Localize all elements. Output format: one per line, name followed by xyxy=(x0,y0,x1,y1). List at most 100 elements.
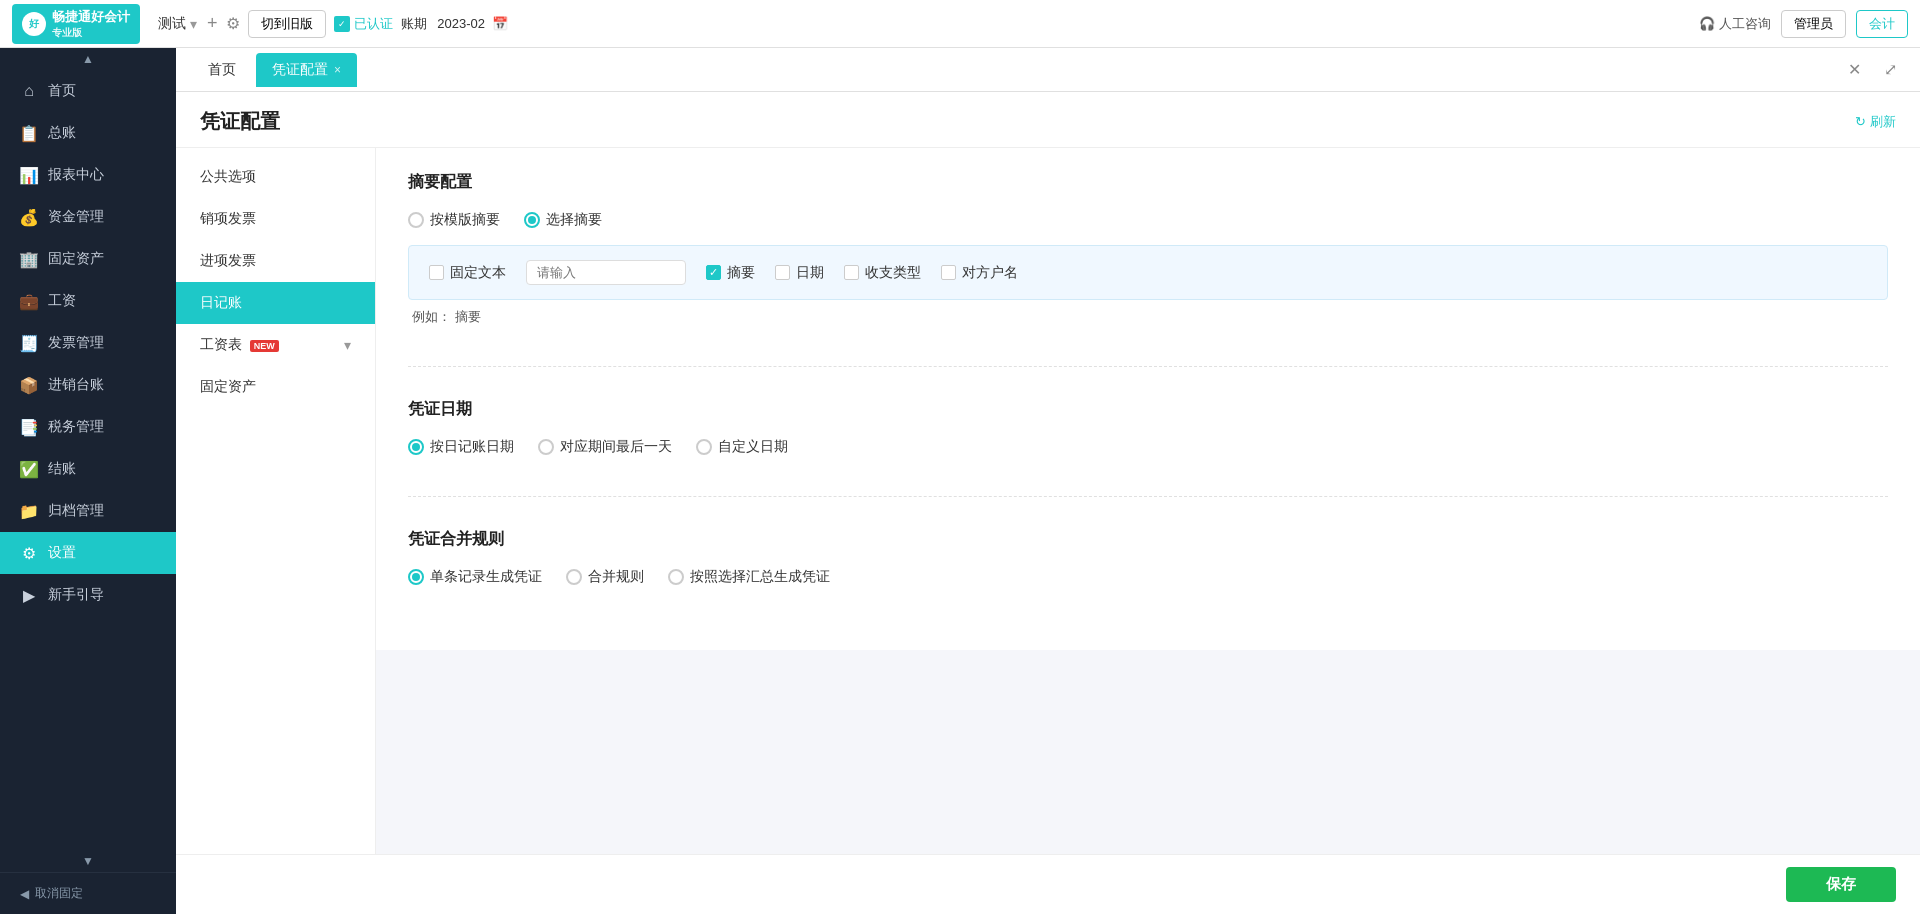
fixed-text-input[interactable] xyxy=(526,260,686,285)
sidebar-scroll-up[interactable]: ▲ xyxy=(0,48,176,70)
date-section: 凭证日期 按日记账日期 对应期间最后一天 xyxy=(408,399,1888,456)
radio-template-summary[interactable]: 按模版摘要 xyxy=(408,211,500,229)
checkbox-fixed-text[interactable]: 固定文本 xyxy=(429,264,506,282)
radio-select-summary[interactable]: 选择摘要 xyxy=(524,211,602,229)
sidebar-scroll: ⌂ 首页 📋 总账 📊 报表中心 💰 资金管理 🏢 固定资产 💼 工资 xyxy=(0,70,176,850)
checkout-icon: ✅ xyxy=(20,460,38,478)
sidebar-item-invoices[interactable]: 🧾 发票管理 xyxy=(0,322,176,364)
switch-old-button[interactable]: 切到旧版 xyxy=(248,10,326,38)
project-name[interactable]: 测试 ▾ xyxy=(158,15,197,33)
radio-select-summary-gen[interactable]: 按照选择汇总生成凭证 xyxy=(668,568,830,586)
sidebar-scroll-down[interactable]: ▼ xyxy=(0,850,176,872)
refresh-icon: ↻ xyxy=(1855,114,1866,129)
sidebar-item-tax[interactable]: 📑 税务管理 xyxy=(0,406,176,448)
checkbox-summary[interactable]: 摘要 xyxy=(706,264,755,282)
radio-by-journal-date[interactable]: 按日记账日期 xyxy=(408,438,514,456)
cancel-fixed-button[interactable]: ◀ 取消固定 xyxy=(0,872,176,914)
headset-icon: 🎧 xyxy=(1699,16,1715,31)
summary-options-row: 固定文本 摘要 日期 xyxy=(408,245,1888,300)
gear-icon[interactable]: ⚙ xyxy=(226,14,240,33)
sidebar-item-payroll[interactable]: 💼 工资 xyxy=(0,280,176,322)
checkbox-summary-box xyxy=(706,265,721,280)
settings-icon: ⚙ xyxy=(20,544,38,562)
checkbox-fixed-text-box xyxy=(429,265,444,280)
left-nav: 公共选项 销项发票 进项发票 日记账 工资表 NEW xyxy=(176,148,376,854)
tab-home[interactable]: 首页 xyxy=(192,53,252,87)
funds-icon: 💰 xyxy=(20,208,38,226)
sidebar-item-salesledger[interactable]: 📦 进销台账 xyxy=(0,364,176,406)
date-section-title: 凭证日期 xyxy=(408,399,1888,420)
sidebar-item-checkout[interactable]: ✅ 结账 xyxy=(0,448,176,490)
page-title: 凭证配置 xyxy=(200,108,280,135)
tab-bar-right: ✕ ⤢ xyxy=(1840,56,1904,84)
checkbox-income-type-box xyxy=(844,265,859,280)
left-nav-sales-invoice[interactable]: 销项发票 xyxy=(176,198,375,240)
left-nav-payroll-table[interactable]: 工资表 NEW ▾ xyxy=(176,324,375,366)
left-nav-fixed-assets[interactable]: 固定资产 xyxy=(176,366,375,408)
reports-icon: 📊 xyxy=(20,166,38,184)
consult-button[interactable]: 🎧 人工咨询 xyxy=(1699,15,1771,33)
tab-voucher-config[interactable]: 凭证配置 × xyxy=(256,53,357,87)
period-info: 账期 2023-02 📅 xyxy=(401,15,509,33)
checkbox-date-box xyxy=(775,265,790,280)
certified-badge: ✓ 已认证 xyxy=(334,15,393,33)
radio-template-circle xyxy=(408,212,424,228)
sidebar-item-assets[interactable]: 🏢 固定资产 xyxy=(0,238,176,280)
summary-section: 摘要配置 按模版摘要 选择摘要 xyxy=(408,172,1888,326)
tab-close-icon[interactable]: × xyxy=(334,63,341,77)
checkbox-counterpart[interactable]: 对方户名 xyxy=(941,264,1018,282)
left-nav-public[interactable]: 公共选项 xyxy=(176,156,375,198)
company-name: 畅捷通好会计 xyxy=(52,8,130,26)
merge-section: 凭证合并规则 单条记录生成凭证 合并规则 xyxy=(408,529,1888,586)
summary-section-title: 摘要配置 xyxy=(408,172,1888,193)
radio-merge-rule[interactable]: 合并规则 xyxy=(566,568,644,586)
sidebar-item-reports[interactable]: 📊 报表中心 xyxy=(0,154,176,196)
tab-bar: 首页 凭证配置 × ✕ ⤢ xyxy=(176,48,1920,92)
sidebar: ▲ ⌂ 首页 📋 总账 📊 报表中心 💰 资金管理 🏢 固定资产 xyxy=(0,48,176,914)
sidebar-item-ledger[interactable]: 📋 总账 xyxy=(0,112,176,154)
close-window-icon[interactable]: ✕ xyxy=(1840,56,1868,84)
company-logo: 好 畅捷通好会计 专业版 xyxy=(12,4,140,44)
merge-section-title: 凭证合并规则 xyxy=(408,529,1888,550)
example-hint: 例如： 摘要 xyxy=(412,308,1888,326)
company-name-text: 畅捷通好会计 专业版 xyxy=(52,8,130,40)
manager-button[interactable]: 管理员 xyxy=(1781,10,1846,38)
logo-icon: 好 xyxy=(22,12,46,36)
radio-single-record[interactable]: 单条记录生成凭证 xyxy=(408,568,542,586)
sidebar-item-settings[interactable]: ⚙ 设置 xyxy=(0,532,176,574)
main-layout: ▲ ⌂ 首页 📋 总账 📊 报表中心 💰 资金管理 🏢 固定资产 xyxy=(0,48,1920,914)
top-bar: 好 畅捷通好会计 专业版 测试 ▾ + ⚙ 切到旧版 ✓ 已认证 账期 2023… xyxy=(0,0,1920,48)
invoices-icon: 🧾 xyxy=(20,334,38,352)
edition-label: 专业版 xyxy=(52,26,130,40)
radio-last-day-circle xyxy=(538,439,554,455)
refresh-button[interactable]: ↻ 刷新 xyxy=(1855,113,1896,131)
checkbox-date[interactable]: 日期 xyxy=(775,264,824,282)
checkbox-income-type[interactable]: 收支类型 xyxy=(844,264,921,282)
expand-icon[interactable]: ⤢ xyxy=(1876,56,1904,84)
right-panel: 摘要配置 按模版摘要 选择摘要 xyxy=(376,148,1920,650)
content-area: 首页 凭证配置 × ✕ ⤢ 凭证配置 ↻ 刷新 xyxy=(176,48,1920,914)
radio-single-circle xyxy=(408,569,424,585)
accountant-button[interactable]: 会计 xyxy=(1856,10,1908,38)
summary-radio-group: 按模版摘要 选择摘要 xyxy=(408,211,1888,229)
save-button[interactable]: 保存 xyxy=(1786,867,1896,902)
chevron-down-icon[interactable]: ▾ xyxy=(190,16,197,32)
plus-icon[interactable]: + xyxy=(207,13,218,34)
merge-radio-group: 单条记录生成凭证 合并规则 按照选择汇总生成凭证 xyxy=(408,568,1888,586)
radio-select-summary-circle xyxy=(668,569,684,585)
guide-icon: ▶ xyxy=(20,586,38,604)
radio-last-day[interactable]: 对应期间最后一天 xyxy=(538,438,672,456)
radio-select-circle xyxy=(524,212,540,228)
left-nav-journal[interactable]: 日记账 xyxy=(176,282,375,324)
radio-custom-date[interactable]: 自定义日期 xyxy=(696,438,788,456)
top-actions: + ⚙ 切到旧版 ✓ 已认证 账期 2023-02 📅 xyxy=(207,10,508,38)
sidebar-item-funds[interactable]: 💰 资金管理 xyxy=(0,196,176,238)
radio-merge-circle xyxy=(566,569,582,585)
sidebar-item-archive[interactable]: 📁 归档管理 xyxy=(0,490,176,532)
sidebar-item-guide[interactable]: ▶ 新手引导 xyxy=(0,574,176,616)
tax-icon: 📑 xyxy=(20,418,38,436)
sidebar-item-home[interactable]: ⌂ 首页 xyxy=(0,70,176,112)
radio-by-journal-circle xyxy=(408,439,424,455)
archive-icon: 📁 xyxy=(20,502,38,520)
left-nav-purchase-invoice[interactable]: 进项发票 xyxy=(176,240,375,282)
